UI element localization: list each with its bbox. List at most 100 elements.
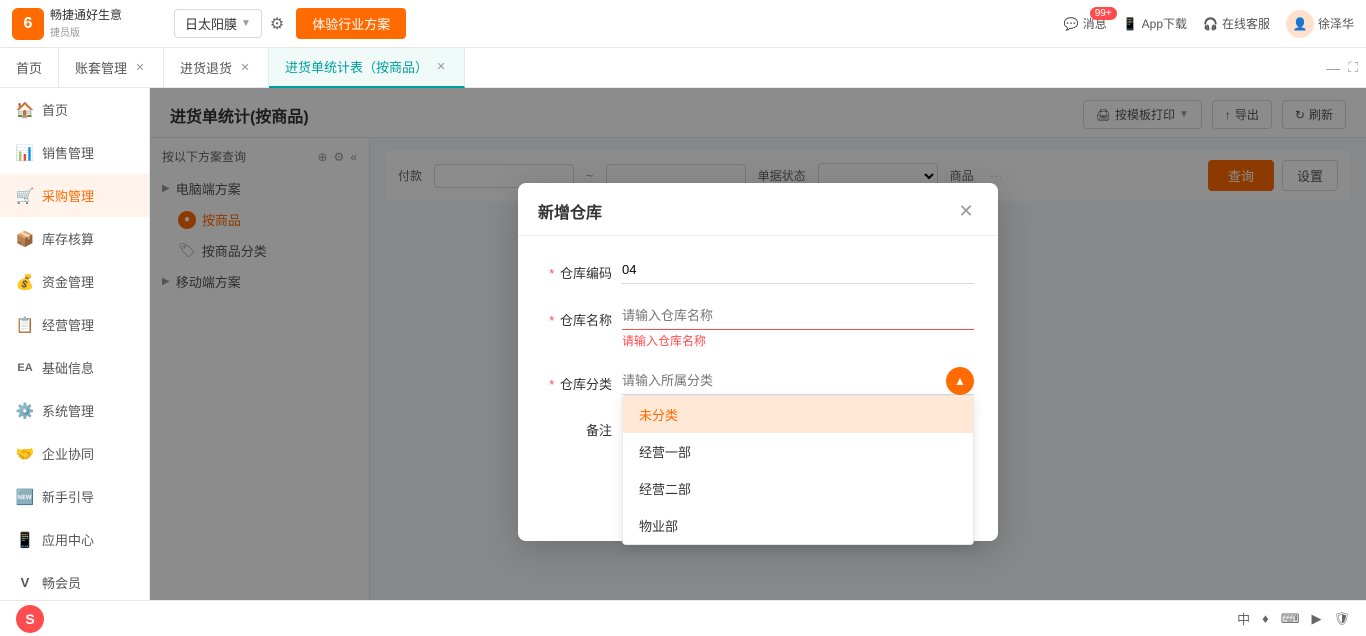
- lang-icon[interactable]: 中: [1237, 609, 1250, 628]
- sidebar: 🏠 首页 📊 销售管理 🛒 采购管理 📦 库存核算 💰 资金管理 📋 经营管理 …: [0, 88, 150, 636]
- sidebar-label-purchase: 采购管理: [42, 186, 94, 205]
- sidebar-label-cooperation: 企业协同: [42, 444, 94, 463]
- cooperation-icon: 🤝: [16, 445, 34, 463]
- modal-header: 新增仓库 ✕: [518, 183, 998, 236]
- sidebar-item-sales[interactable]: 📊 销售管理: [0, 131, 149, 174]
- sidebar-item-home[interactable]: 🏠 首页: [0, 88, 149, 131]
- basic-info-icon: EA: [16, 359, 34, 377]
- sidebar-label-home: 首页: [42, 100, 68, 119]
- tab-accounts[interactable]: 账套管理 ✕: [59, 48, 164, 88]
- sidebar-label-sales: 销售管理: [42, 143, 94, 162]
- category-input[interactable]: [622, 367, 974, 395]
- tab-minimize-icon[interactable]: —: [1326, 60, 1340, 76]
- play-icon[interactable]: ▶: [1311, 611, 1321, 627]
- finance-icon: 💰: [16, 273, 34, 291]
- shield-icon[interactable]: 🛡: [1333, 611, 1350, 627]
- sidebar-label-newbie: 新手引导: [42, 487, 94, 506]
- sidebar-item-operations[interactable]: 📋 经营管理: [0, 303, 149, 346]
- store-selector[interactable]: 日太阳膜 ▼: [174, 9, 262, 38]
- sidebar-label-inventory: 库存核算: [42, 229, 94, 248]
- sidebar-item-app-center[interactable]: 📱 应用中心: [0, 518, 149, 561]
- category-select-wrap: ▲ 未分类 经营一部 经营二部: [622, 367, 974, 395]
- bottom-logo: S: [16, 605, 44, 633]
- sidebar-item-system[interactable]: ⚙️ 系统管理: [0, 389, 149, 432]
- sidebar-item-member[interactable]: V 畅会员: [0, 561, 149, 604]
- name-input[interactable]: [622, 302, 974, 330]
- tab-bar: 首页 账套管理 ✕ 进货退货 ✕ 进货单统计表（按商品） ✕ — ⛶: [0, 48, 1366, 88]
- member-icon: V: [16, 574, 34, 592]
- tab-home[interactable]: 首页: [0, 48, 59, 88]
- app-download-label: App下载: [1142, 15, 1187, 32]
- logo-area: 6 畅捷通好生意 捷员版: [12, 8, 162, 40]
- modal-overlay: 新增仓库 ✕ * 仓库编码: [150, 88, 1366, 636]
- inventory-icon: 📦: [16, 230, 34, 248]
- top-header: 6 畅捷通好生意 捷员版 日太阳膜 ▼ ⚙ 体验行业方案 💬 消息 99+ 📱 …: [0, 0, 1366, 48]
- trial-button[interactable]: 体验行业方案: [296, 8, 406, 39]
- modal-close-button[interactable]: ✕: [954, 199, 978, 223]
- home-icon: 🏠: [16, 101, 34, 119]
- logo-icon: 6: [12, 8, 44, 40]
- modal-body: * 仓库编码 * 仓库名称: [518, 236, 998, 475]
- gear-icon[interactable]: ⚙: [270, 14, 284, 34]
- phone-icon: 📱: [1123, 17, 1138, 31]
- sidebar-item-finance[interactable]: 💰 资金管理: [0, 260, 149, 303]
- dropdown-item-2[interactable]: 经营二部: [623, 470, 973, 507]
- tab-purchase-return[interactable]: 进货退货 ✕: [164, 48, 269, 88]
- app-download-item[interactable]: 📱 App下载: [1123, 15, 1187, 32]
- user-item[interactable]: 👤 徐泽华: [1286, 10, 1354, 38]
- sales-icon: 📊: [16, 144, 34, 162]
- dot-icon: ♦: [1262, 611, 1269, 626]
- app-sub: 捷员版: [50, 24, 122, 39]
- store-name: 日太阳膜: [185, 14, 237, 33]
- purchase-icon: 🛒: [16, 187, 34, 205]
- app-center-icon: 📱: [16, 531, 34, 549]
- system-icon: ⚙️: [16, 402, 34, 420]
- sidebar-label-basic-info: 基础信息: [42, 358, 94, 377]
- code-input[interactable]: [622, 256, 974, 284]
- newbie-icon: 🆕: [16, 488, 34, 506]
- tab-bar-actions: — ⛶: [1326, 59, 1366, 76]
- bottom-right: 中 ♦ ⌨ ▶ 🛡: [1237, 609, 1350, 628]
- main-layout: 🏠 首页 📊 销售管理 🛒 采购管理 📦 库存核算 💰 资金管理 📋 经营管理 …: [0, 88, 1366, 636]
- notifications-item[interactable]: 💬 消息 99+: [1064, 15, 1107, 32]
- sidebar-label-operations: 经营管理: [42, 315, 94, 334]
- tab-close-purchase-return[interactable]: ✕: [238, 61, 252, 75]
- content-area: 进货单统计(按商品) 🖨 按模板打印 ▼ ↑ 导出 ↻ 刷新: [150, 88, 1366, 636]
- dropdown-item-3[interactable]: 物业部: [623, 507, 973, 544]
- operations-icon: 📋: [16, 316, 34, 334]
- sidebar-label-finance: 资金管理: [42, 272, 94, 291]
- sidebar-label-system: 系统管理: [42, 401, 94, 420]
- notifications-badge: 99+: [1090, 7, 1117, 20]
- name-label: * 仓库名称: [542, 303, 622, 329]
- online-service-item[interactable]: 🎧 在线客服: [1203, 15, 1270, 32]
- sidebar-item-inventory[interactable]: 📦 库存核算: [0, 217, 149, 260]
- dropdown-item-1[interactable]: 经营一部: [623, 433, 973, 470]
- code-label: * 仓库编码: [542, 256, 622, 282]
- chevron-down-icon: ▼: [241, 18, 251, 29]
- sidebar-item-cooperation[interactable]: 🤝 企业协同: [0, 432, 149, 475]
- form-row-code: * 仓库编码: [542, 256, 974, 284]
- tab-purchase-stats[interactable]: 进货单统计表（按商品） ✕: [269, 48, 465, 88]
- tab-expand-icon[interactable]: ⛶: [1348, 59, 1358, 76]
- avatar: 👤: [1286, 10, 1314, 38]
- category-label: * 仓库分类: [542, 367, 622, 393]
- app-name: 畅捷通好生意: [50, 8, 122, 24]
- tab-close-purchase-stats[interactable]: ✕: [434, 60, 448, 74]
- dropdown-item-0[interactable]: 未分类: [623, 396, 973, 433]
- modal-title: 新增仓库: [538, 199, 602, 223]
- sidebar-item-purchase[interactable]: 🛒 采购管理: [0, 174, 149, 217]
- header-right: 💬 消息 99+ 📱 App下载 🎧 在线客服 👤 徐泽华: [1064, 10, 1354, 38]
- sidebar-item-basic-info[interactable]: EA 基础信息: [0, 346, 149, 389]
- sidebar-label-app-center: 应用中心: [42, 530, 94, 549]
- modal-add-warehouse: 新增仓库 ✕ * 仓库编码: [518, 183, 998, 541]
- category-arrow-icon[interactable]: ▲: [946, 367, 974, 395]
- tab-close-accounts[interactable]: ✕: [133, 61, 147, 75]
- message-icon: 💬: [1064, 17, 1079, 31]
- keyboard-icon[interactable]: ⌨: [1281, 611, 1300, 627]
- category-dropdown: 未分类 经营一部 经营二部 物业部: [622, 395, 974, 545]
- note-label: 备注: [542, 413, 622, 439]
- form-row-category: * 仓库分类 ▲ 未分类 经: [542, 367, 974, 395]
- sidebar-item-newbie[interactable]: 🆕 新手引导: [0, 475, 149, 518]
- headset-icon: 🎧: [1203, 17, 1218, 31]
- online-service-label: 在线客服: [1222, 15, 1270, 32]
